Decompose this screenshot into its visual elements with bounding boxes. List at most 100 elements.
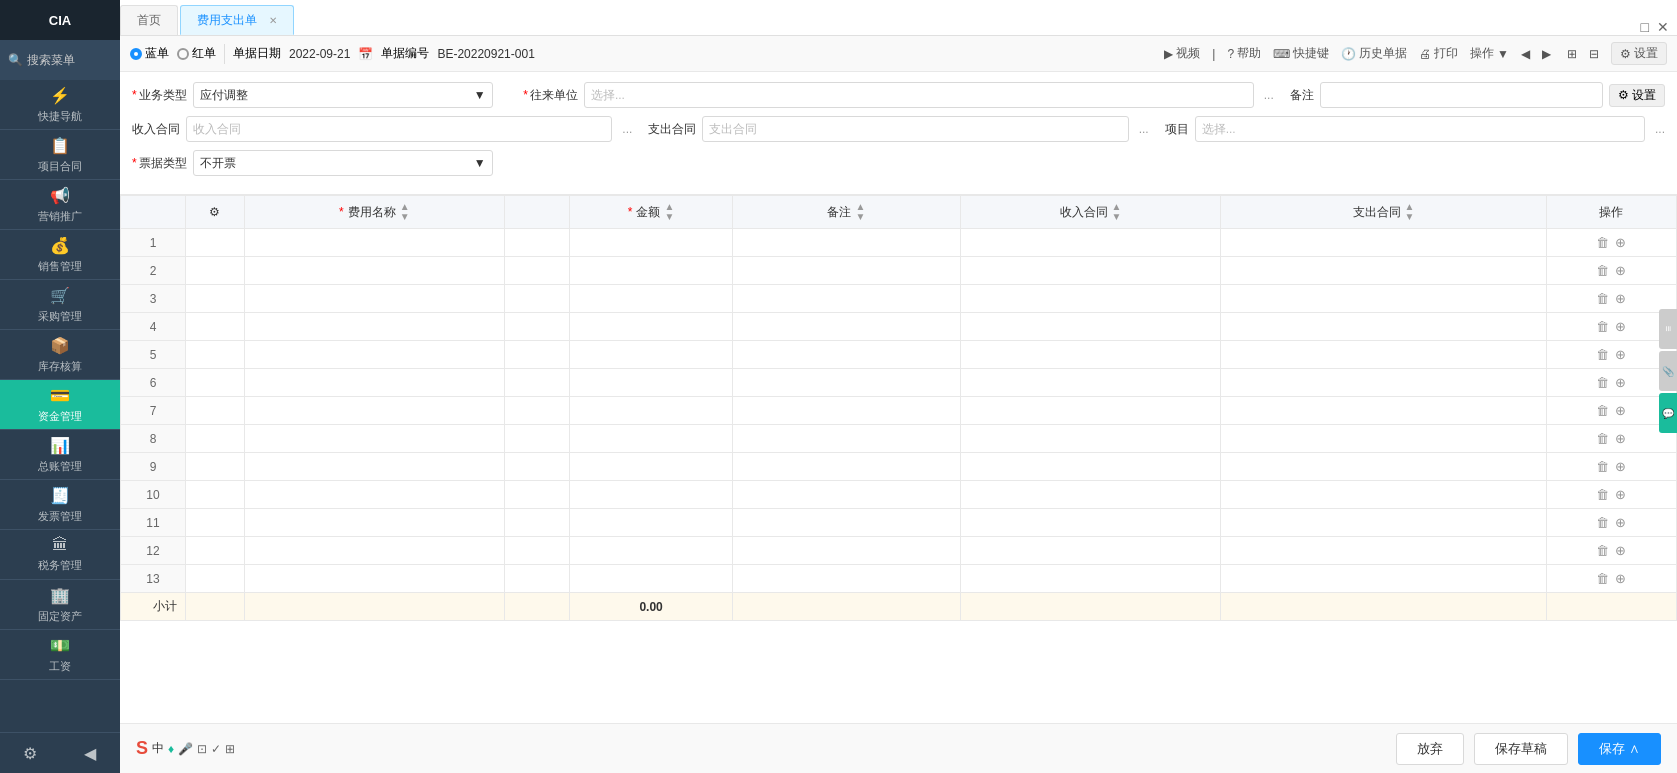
row-copy-btn[interactable]: ⊕ bbox=[1615, 235, 1626, 250]
row-expense-cell[interactable] bbox=[1221, 313, 1547, 341]
row-expense-cell[interactable] bbox=[1221, 229, 1547, 257]
save-draft-button[interactable]: 保存草稿 bbox=[1474, 733, 1568, 765]
row-delete-btn[interactable]: 🗑 bbox=[1596, 459, 1609, 474]
discard-button[interactable]: 放弃 bbox=[1396, 733, 1464, 765]
row-name-cell[interactable] bbox=[244, 257, 504, 285]
row-income-cell[interactable] bbox=[960, 369, 1220, 397]
memo-settings-btn[interactable]: ⚙ 设置 bbox=[1609, 84, 1665, 107]
row-amount-cell[interactable] bbox=[570, 481, 733, 509]
row-note-cell[interactable] bbox=[732, 369, 960, 397]
row-delete-btn[interactable]: 🗑 bbox=[1596, 403, 1609, 418]
row-expense-cell[interactable] bbox=[1221, 369, 1547, 397]
row-delete-btn[interactable]: 🗑 bbox=[1596, 263, 1609, 278]
row-expense-cell[interactable] bbox=[1221, 341, 1547, 369]
row-sort-cell[interactable] bbox=[505, 509, 570, 537]
red-bill-radio[interactable]: 红单 bbox=[177, 45, 216, 62]
settings-btn[interactable]: ⚙ 设置 bbox=[1611, 42, 1667, 65]
sidebar-item-tax[interactable]: 🏛 税务管理 bbox=[0, 530, 120, 580]
row-name-cell[interactable] bbox=[244, 341, 504, 369]
actions-btn[interactable]: 操作 ▼ bbox=[1470, 45, 1509, 62]
row-sort-cell[interactable] bbox=[505, 481, 570, 509]
row-sort-cell[interactable] bbox=[505, 425, 570, 453]
income-contract-dots[interactable]: ... bbox=[622, 122, 632, 136]
row-expense-cell[interactable] bbox=[1221, 537, 1547, 565]
row-name-cell[interactable] bbox=[244, 565, 504, 593]
row-delete-btn[interactable]: 🗑 bbox=[1596, 543, 1609, 558]
row-name-cell[interactable] bbox=[244, 425, 504, 453]
row-amount-cell[interactable] bbox=[570, 537, 733, 565]
row-income-cell[interactable] bbox=[960, 313, 1220, 341]
col-settings-header[interactable]: ⚙ bbox=[186, 196, 245, 229]
counterpart-select[interactable]: 选择... bbox=[584, 82, 1254, 108]
row-copy-btn[interactable]: ⊕ bbox=[1615, 347, 1626, 362]
row-sort-cell[interactable] bbox=[505, 341, 570, 369]
row-copy-btn[interactable]: ⊕ bbox=[1615, 459, 1626, 474]
row-amount-cell[interactable] bbox=[570, 229, 733, 257]
row-delete-btn[interactable]: 🗑 bbox=[1596, 515, 1609, 530]
row-expense-cell[interactable] bbox=[1221, 481, 1547, 509]
row-sort-cell[interactable] bbox=[505, 369, 570, 397]
row-copy-btn[interactable]: ⊕ bbox=[1615, 487, 1626, 502]
expense-contract-dots[interactable]: ... bbox=[1139, 122, 1149, 136]
blue-bill-radio[interactable]: 蓝单 bbox=[130, 45, 169, 62]
col-expense-header[interactable]: 支出合同 ▲▼ bbox=[1221, 196, 1547, 229]
row-amount-cell[interactable] bbox=[570, 565, 733, 593]
window-restore-btn[interactable]: □ bbox=[1641, 19, 1649, 35]
col-note-header[interactable]: 备注 ▲▼ bbox=[732, 196, 960, 229]
row-sort-cell[interactable] bbox=[505, 453, 570, 481]
row-amount-cell[interactable] bbox=[570, 341, 733, 369]
project-select[interactable]: 选择... bbox=[1195, 116, 1645, 142]
row-income-cell[interactable] bbox=[960, 425, 1220, 453]
row-income-cell[interactable] bbox=[960, 481, 1220, 509]
row-note-cell[interactable] bbox=[732, 257, 960, 285]
row-delete-btn[interactable]: 🗑 bbox=[1596, 235, 1609, 250]
row-copy-btn[interactable]: ⊕ bbox=[1615, 543, 1626, 558]
row-sort-cell[interactable] bbox=[505, 313, 570, 341]
row-name-cell[interactable] bbox=[244, 285, 504, 313]
row-amount-cell[interactable] bbox=[570, 397, 733, 425]
window-close-btn[interactable]: ✕ bbox=[1657, 19, 1669, 35]
counterpart-dots[interactable]: ... bbox=[1264, 88, 1274, 102]
row-sort-cell[interactable] bbox=[505, 537, 570, 565]
tab-close-icon[interactable]: ✕ bbox=[269, 15, 277, 26]
memo-input[interactable] bbox=[1320, 82, 1603, 108]
row-note-cell[interactable] bbox=[732, 537, 960, 565]
invoice-type-select[interactable]: 不开票 ▼ bbox=[193, 150, 493, 176]
row-delete-btn[interactable]: 🗑 bbox=[1596, 431, 1609, 446]
row-name-cell[interactable] bbox=[244, 509, 504, 537]
row-note-cell[interactable] bbox=[732, 229, 960, 257]
expense-contract-select[interactable]: 支出合同 bbox=[702, 116, 1128, 142]
row-note-cell[interactable] bbox=[732, 313, 960, 341]
sidebar-item-sales[interactable]: 💰 销售管理 bbox=[0, 230, 120, 280]
row-delete-btn[interactable]: 🗑 bbox=[1596, 347, 1609, 362]
row-copy-btn[interactable]: ⊕ bbox=[1615, 515, 1626, 530]
row-name-cell[interactable] bbox=[244, 313, 504, 341]
calendar-icon[interactable]: 📅 bbox=[358, 47, 373, 61]
row-note-cell[interactable] bbox=[732, 341, 960, 369]
row-name-cell[interactable] bbox=[244, 481, 504, 509]
history-btn[interactable]: 🕐 历史单据 bbox=[1341, 45, 1407, 62]
row-amount-cell[interactable] bbox=[570, 369, 733, 397]
row-expense-cell[interactable] bbox=[1221, 425, 1547, 453]
row-delete-btn[interactable]: 🗑 bbox=[1596, 487, 1609, 502]
row-expense-cell[interactable] bbox=[1221, 257, 1547, 285]
col-amount-header[interactable]: * 金额 ▲▼ bbox=[570, 196, 733, 229]
row-expense-cell[interactable] bbox=[1221, 397, 1547, 425]
sidebar-item-marketing[interactable]: 📢 营销推广 bbox=[0, 180, 120, 230]
business-type-select[interactable]: 应付调整 ▼ bbox=[193, 82, 493, 108]
row-name-cell[interactable] bbox=[244, 453, 504, 481]
row-delete-btn[interactable]: 🗑 bbox=[1596, 571, 1609, 586]
col-name-header[interactable]: * 费用名称 ▲▼ bbox=[244, 196, 504, 229]
row-amount-cell[interactable] bbox=[570, 425, 733, 453]
row-income-cell[interactable] bbox=[960, 285, 1220, 313]
row-delete-btn[interactable]: 🗑 bbox=[1596, 375, 1609, 390]
row-delete-btn[interactable]: 🗑 bbox=[1596, 291, 1609, 306]
row-amount-cell[interactable] bbox=[570, 285, 733, 313]
row-note-cell[interactable] bbox=[732, 481, 960, 509]
row-sort-cell[interactable] bbox=[505, 257, 570, 285]
row-note-cell[interactable] bbox=[732, 285, 960, 313]
row-note-cell[interactable] bbox=[732, 509, 960, 537]
row-sort-cell[interactable] bbox=[505, 285, 570, 313]
sidebar-search[interactable]: 🔍 搜索菜单 bbox=[0, 40, 120, 80]
row-amount-cell[interactable] bbox=[570, 313, 733, 341]
